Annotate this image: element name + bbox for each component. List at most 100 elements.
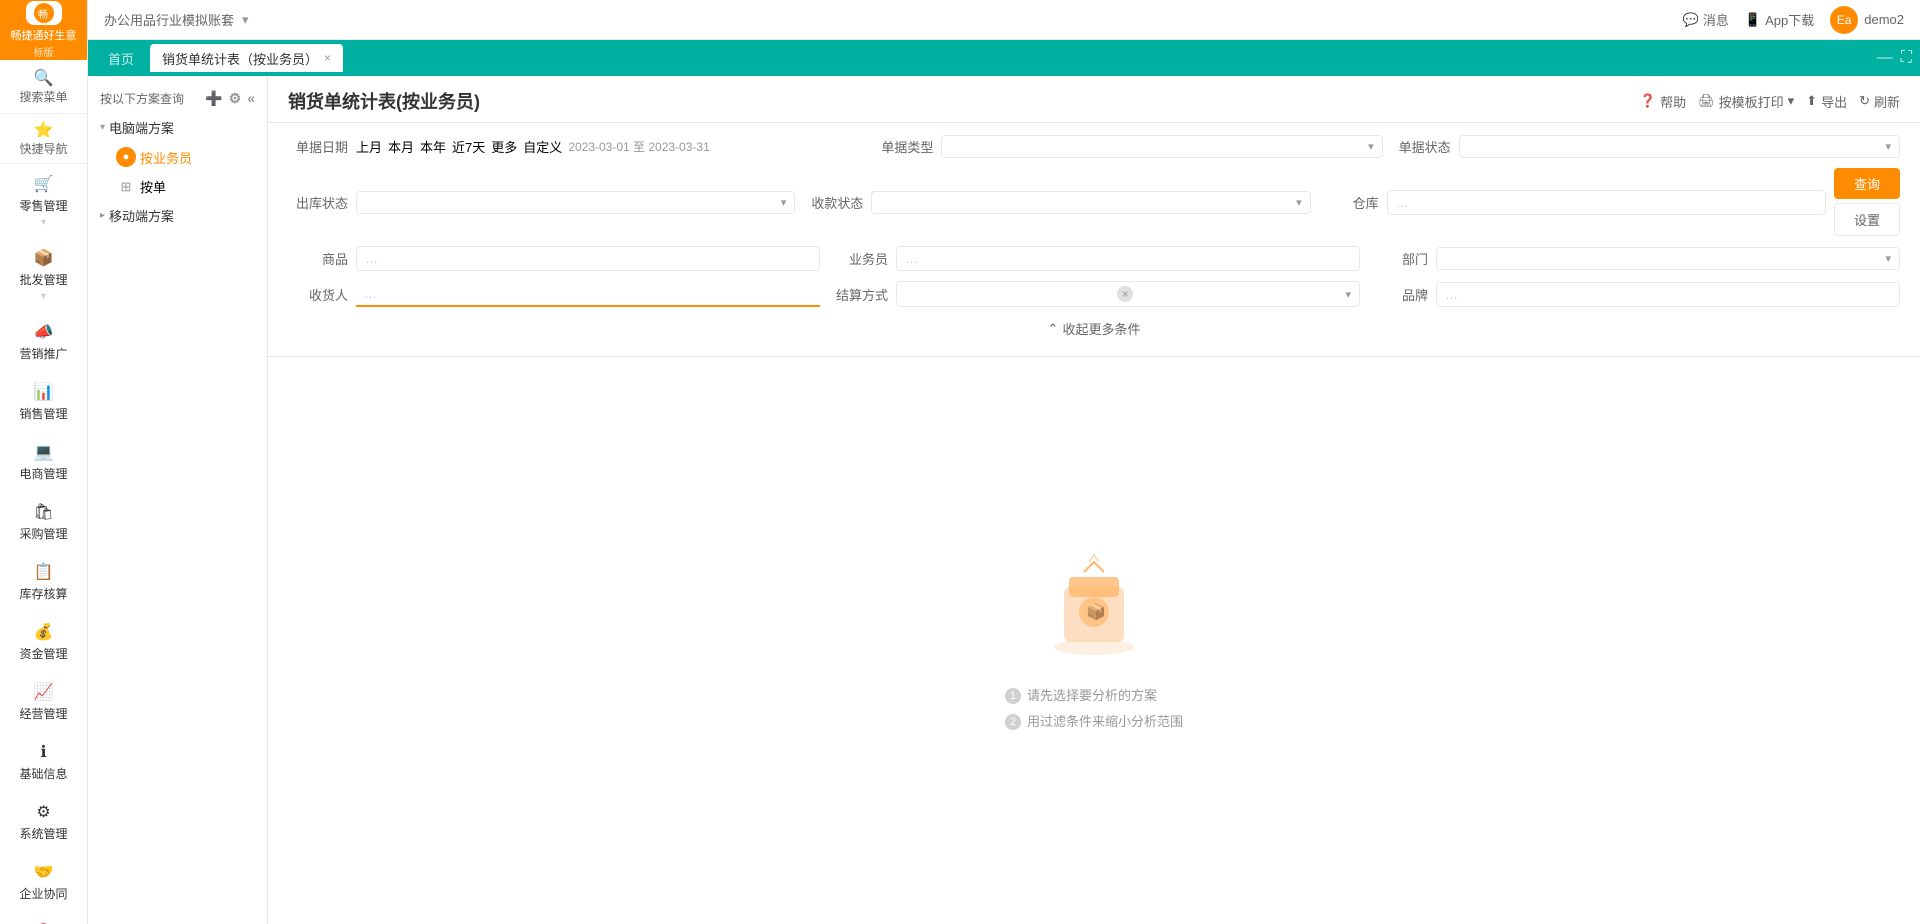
settlement-label: 结算方式 (828, 285, 888, 304)
order-icon: ⊞ (116, 179, 136, 195)
active-scheme-icon: ● (116, 147, 136, 167)
sidebar-item-7[interactable]: 💰 资金管理 (15, 612, 71, 672)
date-more[interactable]: 更多 (491, 137, 517, 156)
empty-state: 📦 1 请先选择要分析的方案 2 用过滤条件来缩小分析范围 (268, 357, 1920, 924)
help-icon: ❓ (1640, 93, 1656, 109)
sidebar-item-6[interactable]: 📋 库存核算 (15, 552, 71, 612)
sidebar-icon-7: 💰 (34, 622, 54, 642)
date-this-year[interactable]: 本年 (420, 137, 446, 156)
date-this-month[interactable]: 本月 (388, 137, 414, 156)
sidebar-icon-3: 📊 (34, 382, 54, 402)
out-status-group: 出库状态 ▾ (288, 191, 795, 214)
sidebar-item-0[interactable]: 🛒 零售管理 ▾ (15, 164, 71, 238)
sidebar-item-11[interactable]: 🤝 企业协同 (15, 852, 71, 912)
message-btn[interactable]: 💬 消息 (1683, 10, 1729, 29)
empty-illustration: 📦 (1034, 547, 1154, 667)
doc-status-select[interactable]: ▾ (1459, 135, 1900, 158)
receipt-status-label: 收款状态 (803, 193, 863, 212)
warehouse-group: 仓库 … (1319, 190, 1826, 215)
collapse-btn[interactable]: ⌃ 收起更多条件 (1048, 319, 1141, 338)
topbar-left: 办公用品行业模拟账套 ▾ (104, 10, 249, 29)
brand-select[interactable]: … (1436, 282, 1900, 307)
page-actions: ❓ 帮助 🖨 按模板打印 ▾ ⬆ 导出 ↻ 刷新 (1640, 92, 1900, 111)
app-download-btn[interactable]: 📱 App下载 (1745, 10, 1814, 29)
search-menu[interactable]: 🔍 搜索菜单 (0, 60, 87, 114)
sidebar-label-4: 电商管理 (19, 465, 67, 482)
sidebar-logo[interactable]: 畅 畅捷通好生意 标版 (0, 0, 87, 60)
dept-select[interactable]: ▾ (1436, 247, 1900, 270)
minimize-icon[interactable]: — (1877, 49, 1893, 67)
sidebar-label-3: 销售管理 (19, 405, 67, 422)
help-btn[interactable]: ❓ 帮助 (1640, 92, 1686, 111)
query-btn[interactable]: 查询 (1834, 168, 1900, 199)
maximize-icon[interactable]: ⛶ (1901, 49, 1912, 67)
sidebar-items: 🛒 零售管理 ▾ 📦 批发管理 ▾ 📣 营销推广 📊 销售管理 💻 电商管理 🛍… (15, 164, 71, 924)
sidebar-item-10[interactable]: ⚙ 系统管理 (15, 792, 71, 852)
export-icon: ⬆ (1806, 93, 1817, 109)
topbar-right: 💬 消息 📱 App下载 Ea demo2 (1683, 6, 1904, 34)
receipt-status-chevron-icon: ▾ (1296, 196, 1302, 209)
salesperson-select[interactable]: … (896, 246, 1360, 271)
tree-mobile[interactable]: ▸ 移动端方案 (88, 201, 267, 230)
print-icon: 🖨 (1698, 93, 1715, 109)
sidebar-item-8[interactable]: 📈 经营管理 (15, 672, 71, 732)
shortcut-nav[interactable]: ⭐ 快捷导航 (0, 114, 87, 164)
sidebar-label-0: 零售管理 (19, 197, 67, 214)
salesperson-group: 业务员 … (828, 246, 1360, 271)
sidebar-label-11: 企业协同 (19, 885, 67, 902)
sidebar-item-1[interactable]: 📦 批发管理 ▾ (15, 238, 71, 312)
refresh-btn[interactable]: ↻ 刷新 (1859, 92, 1900, 111)
sidebar-item-2[interactable]: 📣 营销推广 (15, 312, 71, 372)
goods-group: 商品 … (288, 246, 820, 271)
consignee-group: 收货人 … (288, 282, 820, 307)
doc-type-chevron-icon: ▾ (1368, 140, 1374, 153)
sidebar-item-9[interactable]: ℹ 基础信息 (15, 732, 71, 792)
sidebar-icon-4: 💻 (34, 442, 54, 462)
sidebar-item-5[interactable]: 🛍 采购管理 (15, 492, 71, 552)
settlement-group: 结算方式 × ▾ (828, 281, 1360, 307)
collapse-panel-btn[interactable]: « (247, 90, 255, 107)
settlement-clear-btn[interactable]: × (1117, 286, 1133, 302)
sidebar-label-7: 资金管理 (19, 645, 67, 662)
consignee-select[interactable]: … (356, 282, 820, 307)
edit-scheme-btn[interactable]: ⚙ (229, 90, 242, 107)
tab-home[interactable]: 首页 (96, 44, 146, 72)
tree-child-order[interactable]: ⊞ 按单 (88, 172, 267, 201)
doc-type-label: 单据类型 (873, 137, 933, 156)
doc-status-label: 单据状态 (1391, 137, 1451, 156)
date-7days[interactable]: 近7天 (452, 137, 485, 156)
sidebar-item-12[interactable]: 🎯 新手引导 (15, 912, 71, 924)
topbar: 办公用品行业模拟账套 ▾ 💬 消息 📱 App下载 Ea demo2 (88, 0, 1920, 40)
settings-btn[interactable]: 设置 (1834, 203, 1900, 236)
out-status-select[interactable]: ▾ (356, 191, 795, 214)
topbar-dropdown-icon[interactable]: ▾ (242, 12, 249, 28)
date-last-month[interactable]: 上月 (356, 137, 382, 156)
print-dropdown-icon[interactable]: ▾ (1788, 93, 1795, 109)
tree-child-salesperson[interactable]: ● 按业务员 (88, 142, 267, 172)
settlement-select[interactable]: × ▾ (896, 281, 1360, 307)
page-title: 销货单统计表(按业务员) (288, 88, 480, 114)
doc-type-select[interactable]: ▾ (941, 135, 1382, 158)
sidebar-item-4[interactable]: 💻 电商管理 (15, 432, 71, 492)
tab-close-icon[interactable]: × (324, 51, 331, 65)
receipt-status-select[interactable]: ▾ (871, 191, 1310, 214)
main-area: 办公用品行业模拟账套 ▾ 💬 消息 📱 App下载 Ea demo2 首页 (88, 0, 1920, 924)
sidebar-icon-0: 🛒 (34, 174, 54, 194)
add-scheme-btn[interactable]: ➕ (205, 90, 222, 107)
sidebar-icon-11: 🤝 (34, 862, 54, 882)
tab-sales-report[interactable]: 销货单统计表（按业务员） × (150, 44, 343, 72)
goods-select[interactable]: … (356, 246, 820, 271)
print-btn[interactable]: 🖨 按模板打印 ▾ (1698, 92, 1794, 111)
tree-desktop[interactable]: ▾ 电脑端方案 (88, 113, 267, 142)
export-btn[interactable]: ⬆ 导出 (1806, 92, 1847, 111)
user-profile[interactable]: Ea demo2 (1830, 6, 1904, 34)
sidebar-item-3[interactable]: 📊 销售管理 (15, 372, 71, 432)
user-name: demo2 (1864, 12, 1904, 27)
date-custom[interactable]: 自定义 (523, 137, 562, 156)
sidebar-label-2: 营销推广 (19, 345, 67, 362)
sidebar-expand-icon-1: ▾ (41, 291, 46, 302)
app-name: 办公用品行业模拟账套 (104, 10, 234, 29)
brand-label: 品牌 (1368, 285, 1428, 304)
warehouse-select[interactable]: … (1387, 190, 1826, 215)
tree-arrow-icon: ▾ (100, 122, 105, 133)
